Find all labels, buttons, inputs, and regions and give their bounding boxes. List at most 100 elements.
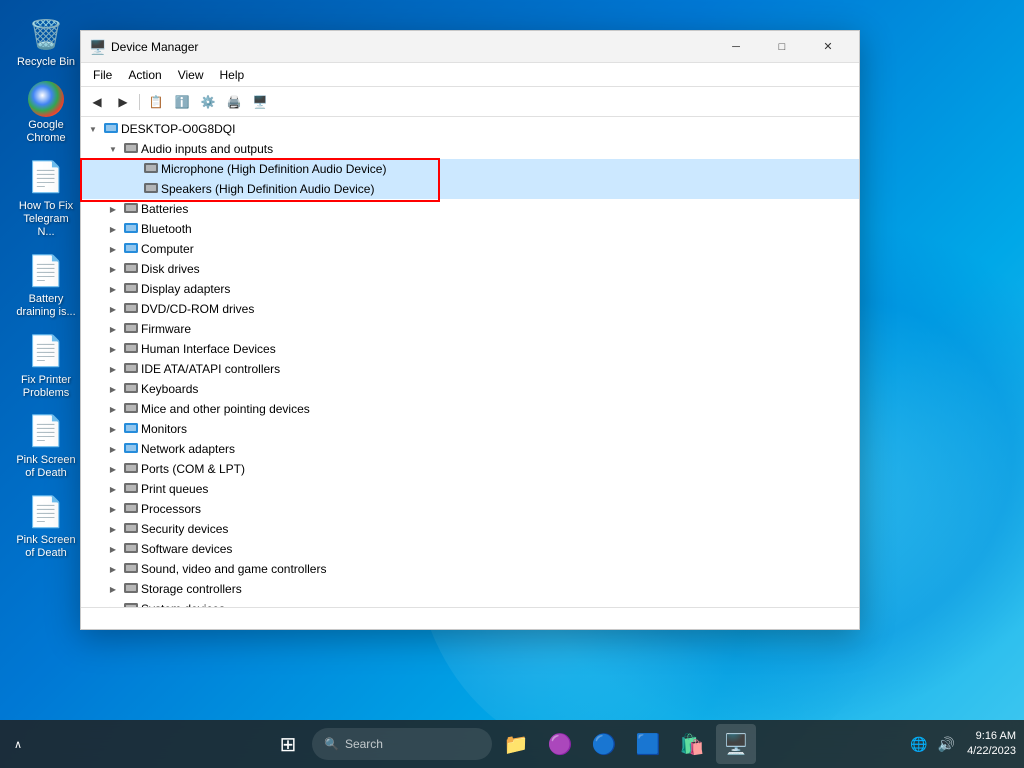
expand-icon[interactable]: ▶ <box>105 541 121 557</box>
start-button[interactable]: ⊞ <box>268 724 308 764</box>
expand-icon[interactable]: ▶ <box>105 401 121 417</box>
device-icon-firmware <box>123 321 139 337</box>
tree-item-display-adapters[interactable]: ▶ Display adapters <box>81 279 859 299</box>
pink-screen-1-label: Pink Screen of Death <box>14 454 78 480</box>
desktop-icon-recycle-bin[interactable]: 🗑️ Recycle Bin <box>10 10 82 73</box>
tree-item-ports[interactable]: ▶ Ports (COM & LPT) <box>81 459 859 479</box>
taskbar-teams[interactable]: 🟦 <box>628 724 668 764</box>
tree-view[interactable]: ▼ DESKTOP-O0G8DQI▼ Audio inputs and outp… <box>81 117 859 607</box>
toolbar-btn-3[interactable]: ⚙️ <box>196 90 220 114</box>
tree-item-software[interactable]: ▶ Software devices <box>81 539 859 559</box>
expand-icon[interactable]: ▶ <box>105 281 121 297</box>
taskbar-store[interactable]: 🛍️ <box>672 724 712 764</box>
tree-item-ide[interactable]: ▶ IDE ATA/ATAPI controllers <box>81 359 859 379</box>
expand-icon[interactable]: ▼ <box>105 141 121 157</box>
expand-icon[interactable]: ▶ <box>105 341 121 357</box>
device-label-firmware: Firmware <box>141 322 191 336</box>
battery-icon: 📄 <box>26 251 66 291</box>
desktop-icon-chrome[interactable]: Google Chrome <box>10 77 82 149</box>
expand-icon[interactable]: ▶ <box>105 301 121 317</box>
tree-item-computer[interactable]: ▼ DESKTOP-O0G8DQI <box>81 119 859 139</box>
tree-item-dvd[interactable]: ▶ DVD/CD-ROM drives <box>81 299 859 319</box>
expand-icon[interactable]: ▶ <box>105 441 121 457</box>
tree-item-microphone[interactable]: Microphone (High Definition Audio Device… <box>81 159 859 179</box>
tree-item-system[interactable]: ▶ System devices <box>81 599 859 607</box>
taskbar-chrome[interactable]: 🔵 <box>584 724 624 764</box>
desktop-icon-how-to-fix[interactable]: 📄 How To Fix Telegram N... <box>10 154 82 244</box>
device-icon-software <box>123 541 139 557</box>
minimize-button[interactable]: ─ <box>713 31 759 63</box>
close-button[interactable]: ✕ <box>805 31 851 63</box>
tree-item-hid[interactable]: ▶ Human Interface Devices <box>81 339 859 359</box>
tree-item-batteries[interactable]: ▶ Batteries <box>81 199 859 219</box>
expand-icon[interactable]: ▶ <box>105 521 121 537</box>
system-tray: 🌐 🔊 <box>906 732 959 757</box>
taskbar-date-display: 4/22/2023 <box>967 744 1016 759</box>
desktop: 🗑️ Recycle Bin Google Chrome 📄 How To Fi… <box>0 0 1024 768</box>
tree-item-sound[interactable]: ▶ Sound, video and game controllers <box>81 559 859 579</box>
tree-item-firmware[interactable]: ▶ Firmware <box>81 319 859 339</box>
desktop-icon-pink-screen-1[interactable]: 📄 Pink Screen of Death <box>10 408 82 484</box>
expand-icon[interactable]: ▶ <box>105 361 121 377</box>
tree-item-audio[interactable]: ▼ Audio inputs and outputs <box>81 139 859 159</box>
toolbar-btn-2[interactable]: ℹ️ <box>170 90 194 114</box>
desktop-icon-battery[interactable]: 📄 Battery draining is... <box>10 247 82 323</box>
expand-icon[interactable]: ▶ <box>105 561 121 577</box>
tree-item-security[interactable]: ▶ Security devices <box>81 519 859 539</box>
expand-icon[interactable]: ▶ <box>105 461 121 477</box>
taskbar-zoom[interactable]: 🟣 <box>540 724 580 764</box>
how-to-fix-label: How To Fix Telegram N... <box>14 200 78 240</box>
search-bar[interactable]: 🔍 Search <box>312 728 492 760</box>
toolbar-btn-5[interactable]: 🖥️ <box>248 90 272 114</box>
device-icon-ide <box>123 361 139 377</box>
expand-icon[interactable]: ▶ <box>105 601 121 607</box>
menu-file[interactable]: File <box>85 66 120 84</box>
desktop-icon-fix-printer[interactable]: 📄 Fix Printer Problems <box>10 328 82 404</box>
tree-item-computer2[interactable]: ▶ Computer <box>81 239 859 259</box>
expand-icon[interactable]: ▶ <box>105 581 121 597</box>
menu-action[interactable]: Action <box>120 66 169 84</box>
tree-item-disk-drives[interactable]: ▶ Disk drives <box>81 259 859 279</box>
menu-view[interactable]: View <box>170 66 212 84</box>
expand-icon[interactable]: ▶ <box>105 481 121 497</box>
device-label-processors: Processors <box>141 502 201 516</box>
taskbar-clock[interactable]: 9:16 AM 4/22/2023 <box>967 729 1016 760</box>
tree-item-mice[interactable]: ▶ Mice and other pointing devices <box>81 399 859 419</box>
expand-icon[interactable]: ▶ <box>105 381 121 397</box>
device-label-print-queues: Print queues <box>141 482 208 496</box>
tray-overflow-btn[interactable]: ∧ <box>8 734 28 755</box>
expand-icon[interactable]: ▶ <box>105 261 121 277</box>
expand-icon[interactable]: ▼ <box>85 121 101 137</box>
volume-icon[interactable]: 🔊 <box>934 732 959 757</box>
tree-item-network[interactable]: ▶ Network adapters <box>81 439 859 459</box>
expand-icon[interactable]: ▶ <box>105 501 121 517</box>
tree-item-bluetooth[interactable]: ▶ Bluetooth <box>81 219 859 239</box>
tree-item-monitors[interactable]: ▶ Monitors <box>81 419 859 439</box>
expand-icon[interactable]: ▶ <box>105 421 121 437</box>
tree-item-processors[interactable]: ▶ Processors <box>81 499 859 519</box>
menu-help[interactable]: Help <box>212 66 253 84</box>
toolbar-btn-4[interactable]: 🖨️ <box>222 90 246 114</box>
title-bar[interactable]: 🖥️ Device Manager ─ □ ✕ <box>81 31 859 63</box>
expand-icon[interactable]: ▶ <box>105 241 121 257</box>
language-icon[interactable]: 🌐 <box>906 732 931 757</box>
tree-item-keyboards[interactable]: ▶ Keyboards <box>81 379 859 399</box>
expand-icon[interactable]: ▶ <box>105 201 121 217</box>
device-label-mice: Mice and other pointing devices <box>141 402 310 416</box>
taskbar-device-mgr[interactable]: 🖥️ <box>716 724 756 764</box>
desktop-icon-pink-screen-2[interactable]: 📄 Pink Screen of Death <box>10 488 82 564</box>
forward-button[interactable]: ▶ <box>111 90 135 114</box>
expand-icon[interactable]: ▶ <box>105 221 121 237</box>
tree-item-storage[interactable]: ▶ Storage controllers <box>81 579 859 599</box>
expand-icon[interactable]: ▶ <box>105 321 121 337</box>
tree-item-speakers[interactable]: Speakers (High Definition Audio Device) <box>81 179 859 199</box>
back-button[interactable]: ◀ <box>85 90 109 114</box>
device-label-display-adapters: Display adapters <box>141 282 230 296</box>
taskbar-file-explorer[interactable]: 📁 <box>496 724 536 764</box>
device-icon-system <box>123 601 139 607</box>
toolbar-btn-1[interactable]: 📋 <box>144 90 168 114</box>
menu-bar: File Action View Help <box>81 63 859 87</box>
device-icon-storage <box>123 581 139 597</box>
maximize-button[interactable]: □ <box>759 31 805 63</box>
tree-item-print-queues[interactable]: ▶ Print queues <box>81 479 859 499</box>
